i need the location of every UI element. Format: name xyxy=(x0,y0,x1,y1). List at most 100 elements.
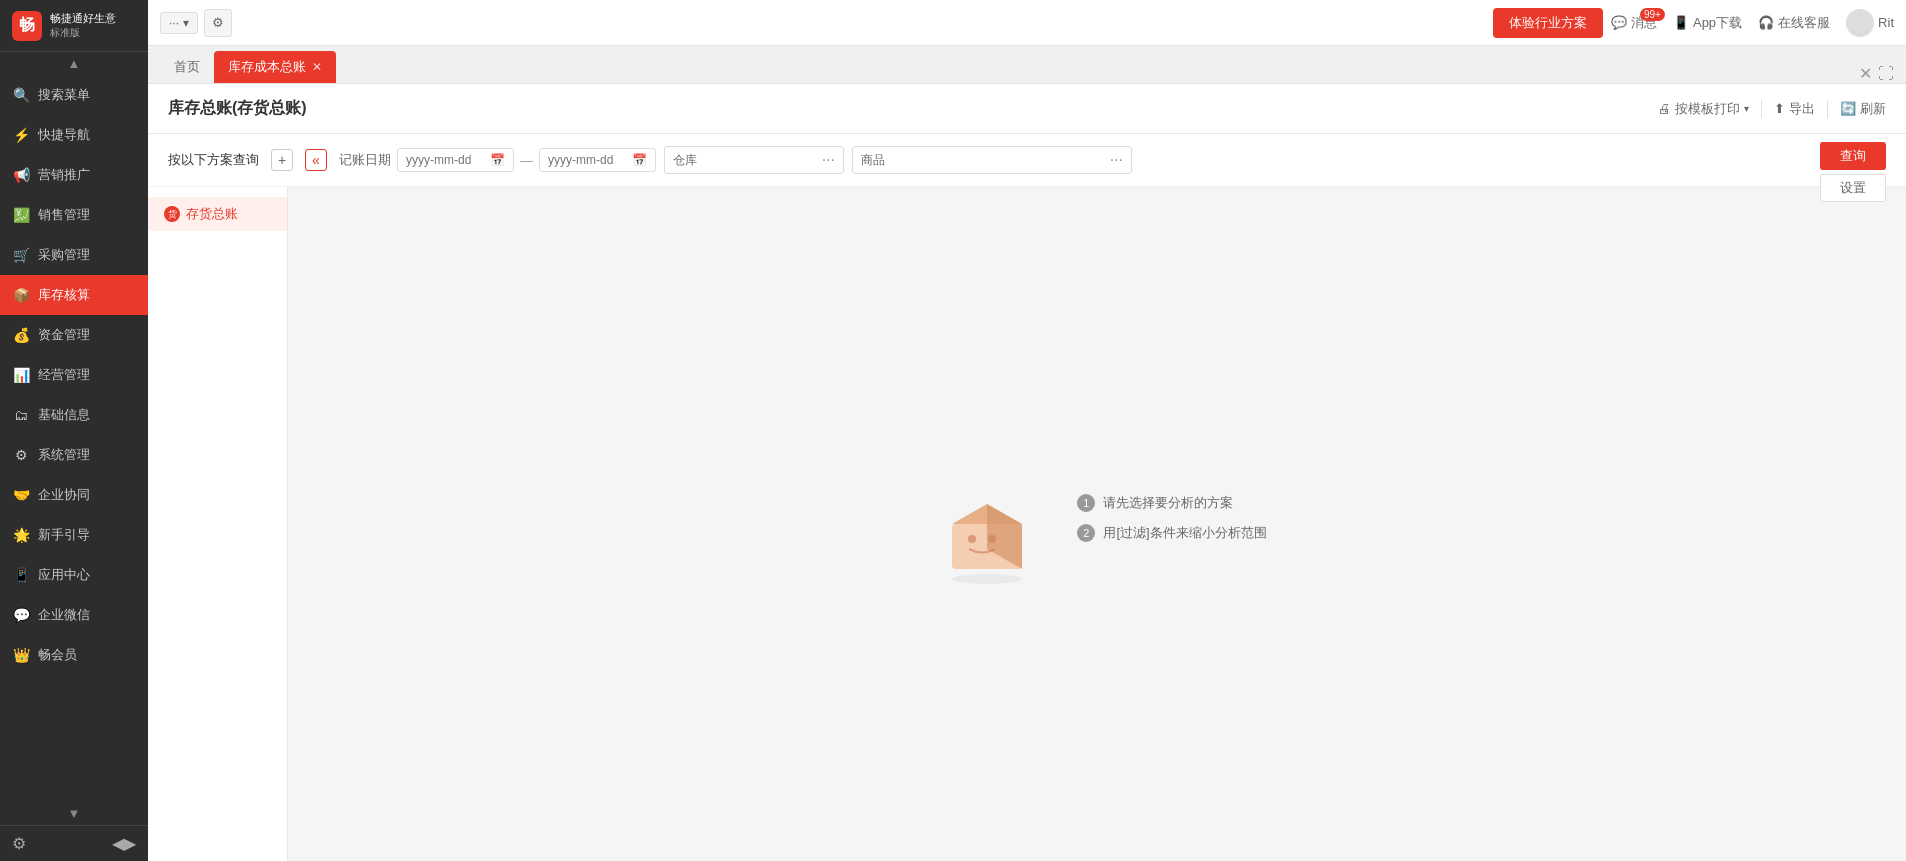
sidebar-item-operations[interactable]: 📊 经营管理 xyxy=(0,355,148,395)
date-start-input[interactable]: 📅 xyxy=(397,148,514,172)
divider xyxy=(1761,100,1762,118)
inventory-icon: 📦 xyxy=(12,286,30,304)
filter-settings-button[interactable]: 设置 xyxy=(1820,174,1886,202)
date-filter-field: 记账日期 📅 — 📅 xyxy=(339,148,656,172)
date-end-field[interactable] xyxy=(548,153,628,167)
app-download-icon: 📱 xyxy=(1673,15,1689,30)
sidebar-item-inventory[interactable]: 📦 库存核算 xyxy=(0,275,148,315)
tip-num-1: 1 xyxy=(1077,494,1095,512)
nav-scroll-down[interactable]: ▼ xyxy=(0,802,148,825)
refresh-button[interactable]: 🔄 刷新 xyxy=(1840,100,1886,118)
online-support-icon: 🎧 xyxy=(1758,15,1774,30)
online-support-button[interactable]: 🎧 在线客服 xyxy=(1758,14,1830,32)
main-area: ··· ▾ ⚙ 体验行业方案 💬 消息 99+ 📱 App下载 🎧 在线客服 R xyxy=(148,0,1906,861)
scheme-item-label: 存货总账 xyxy=(186,205,238,223)
sidebar-item-app-center[interactable]: 📱 应用中心 xyxy=(0,555,148,595)
sidebar-item-label: 应用中心 xyxy=(38,566,90,584)
quick-nav-icon: ⚡ xyxy=(12,126,30,144)
app-name: 畅捷通好生意 xyxy=(50,11,116,26)
tab-inventory-cost[interactable]: 库存成本总账 ✕ xyxy=(214,51,336,83)
wechat-icon: 💬 xyxy=(12,606,30,624)
marketing-icon: 📢 xyxy=(12,166,30,184)
svg-point-3 xyxy=(968,535,976,543)
sidebar-item-search-menu[interactable]: 🔍 搜索菜单 xyxy=(0,75,148,115)
page-content: 库存总账(存货总账) 🖨 按模板打印 ▾ ⬆ 导出 🔄 刷新 xyxy=(148,84,1906,861)
finance-icon: 💰 xyxy=(12,326,30,344)
enterprise-icon: 🤝 xyxy=(12,486,30,504)
filter-collapse-button[interactable]: « xyxy=(305,149,327,171)
tab-expand-icon[interactable]: ⛶ xyxy=(1878,65,1894,83)
tip-text-1: 请先选择要分析的方案 xyxy=(1103,494,1233,512)
export-icon: ⬆ xyxy=(1774,101,1785,116)
page-header-actions: 🖨 按模板打印 ▾ ⬆ 导出 🔄 刷新 xyxy=(1658,100,1886,118)
collapse-sidebar-icon[interactable]: ◀▶ xyxy=(112,834,136,853)
tab-home-label: 首页 xyxy=(174,58,200,76)
tip-text-2: 用[过滤]条件来缩小分析范围 xyxy=(1103,524,1266,542)
filter-actions: 查询 设置 xyxy=(1820,142,1886,202)
app-download-label: App下载 xyxy=(1693,14,1742,32)
sidebar-item-enterprise[interactable]: 🤝 企业协同 xyxy=(0,475,148,515)
sidebar-item-marketing[interactable]: 📢 营销推广 xyxy=(0,155,148,195)
search-menu-icon: 🔍 xyxy=(12,86,30,104)
sidebar-item-finance[interactable]: 💰 资金管理 xyxy=(0,315,148,355)
tab-inventory-cost-label: 库存成本总账 xyxy=(228,58,306,76)
sidebar-item-label: 资金管理 xyxy=(38,326,90,344)
app-download-button[interactable]: 📱 App下载 xyxy=(1673,14,1742,32)
print-dropdown-icon[interactable]: ▾ xyxy=(1744,103,1749,114)
sidebar-item-member[interactable]: 👑 畅会员 xyxy=(0,635,148,675)
purchase-icon: 🛒 xyxy=(12,246,30,264)
sidebar-item-label: 企业微信 xyxy=(38,606,90,624)
tip-item-2: 2 用[过滤]条件来缩小分析范围 xyxy=(1077,524,1266,542)
filter-add-button[interactable]: + xyxy=(271,149,293,171)
sidebar-bottom: ⚙ ◀▶ xyxy=(0,825,148,861)
sidebar-item-newbie[interactable]: 🌟 新手引导 xyxy=(0,515,148,555)
sidebar-item-label: 营销推广 xyxy=(38,166,90,184)
sidebar-item-label: 经营管理 xyxy=(38,366,90,384)
topbar: ··· ▾ ⚙ 体验行业方案 💬 消息 99+ 📱 App下载 🎧 在线客服 R xyxy=(148,0,1906,46)
sidebar-item-wechat[interactable]: 💬 企业微信 xyxy=(0,595,148,635)
sidebar-item-sales[interactable]: 💹 销售管理 xyxy=(0,195,148,235)
breadcrumb-nav[interactable]: ··· ▾ xyxy=(160,12,198,34)
calendar-end-icon[interactable]: 📅 xyxy=(632,153,647,167)
sidebar-item-label: 销售管理 xyxy=(38,206,90,224)
date-end-input[interactable]: 📅 xyxy=(539,148,656,172)
tab-home[interactable]: 首页 xyxy=(160,51,214,83)
sidebar-item-quick-nav[interactable]: ⚡ 快捷导航 xyxy=(0,115,148,155)
calendar-start-icon[interactable]: 📅 xyxy=(490,153,505,167)
goods-select[interactable]: 商品 ··· xyxy=(852,146,1132,174)
sidebar-item-basic-info[interactable]: 🗂 基础信息 xyxy=(0,395,148,435)
app-logo: 畅 畅捷通好生意 标准版 xyxy=(0,0,148,52)
sidebar-item-system[interactable]: ⚙ 系统管理 xyxy=(0,435,148,475)
print-label: 按模板打印 xyxy=(1675,100,1740,118)
tab-close-panel-icon[interactable]: ✕ xyxy=(1859,64,1872,83)
content-with-sidebar: 货 存货总账 xyxy=(148,187,1906,861)
messages-button[interactable]: 💬 消息 99+ xyxy=(1611,14,1657,32)
refresh-label: 刷新 xyxy=(1860,100,1886,118)
sidebar-item-label: 基础信息 xyxy=(38,406,90,424)
topbar-right: 💬 消息 99+ 📱 App下载 🎧 在线客服 Rit xyxy=(1611,9,1894,37)
goods-label: 商品 xyxy=(861,152,885,169)
sidebar-item-purchase[interactable]: 🛒 采购管理 xyxy=(0,235,148,275)
print-button[interactable]: 🖨 按模板打印 ▾ xyxy=(1658,100,1749,118)
user-avatar[interactable]: Rit xyxy=(1846,9,1894,37)
promo-button[interactable]: 体验行业方案 xyxy=(1493,8,1603,38)
tip-item-1: 1 请先选择要分析的方案 xyxy=(1077,494,1266,512)
chevron-down-icon: ▾ xyxy=(183,16,189,30)
tab-close-icon[interactable]: ✕ xyxy=(312,60,322,74)
query-button[interactable]: 查询 xyxy=(1820,142,1886,170)
scheme-item-inventory-general[interactable]: 货 存货总账 xyxy=(148,197,287,231)
date-start-field[interactable] xyxy=(406,153,486,167)
warehouse-more-icon[interactable]: ··· xyxy=(822,151,835,169)
goods-more-icon[interactable]: ··· xyxy=(1110,151,1123,169)
logo-icon: 畅 xyxy=(12,11,42,41)
tabbar: 首页 库存成本总账 ✕ ✕ ⛶ xyxy=(148,46,1906,84)
sidebar-item-label: 采购管理 xyxy=(38,246,90,264)
export-button[interactable]: ⬆ 导出 xyxy=(1774,100,1815,118)
sidebar-item-label: 系统管理 xyxy=(38,446,90,464)
topbar-settings-icon[interactable]: ⚙ xyxy=(204,9,232,37)
newbie-icon: 🌟 xyxy=(12,526,30,544)
warehouse-select[interactable]: 仓库 ··· xyxy=(664,146,844,174)
settings-bottom-icon[interactable]: ⚙ xyxy=(12,834,26,853)
app-center-icon: 📱 xyxy=(12,566,30,584)
nav-scroll-up[interactable]: ▲ xyxy=(0,52,148,75)
